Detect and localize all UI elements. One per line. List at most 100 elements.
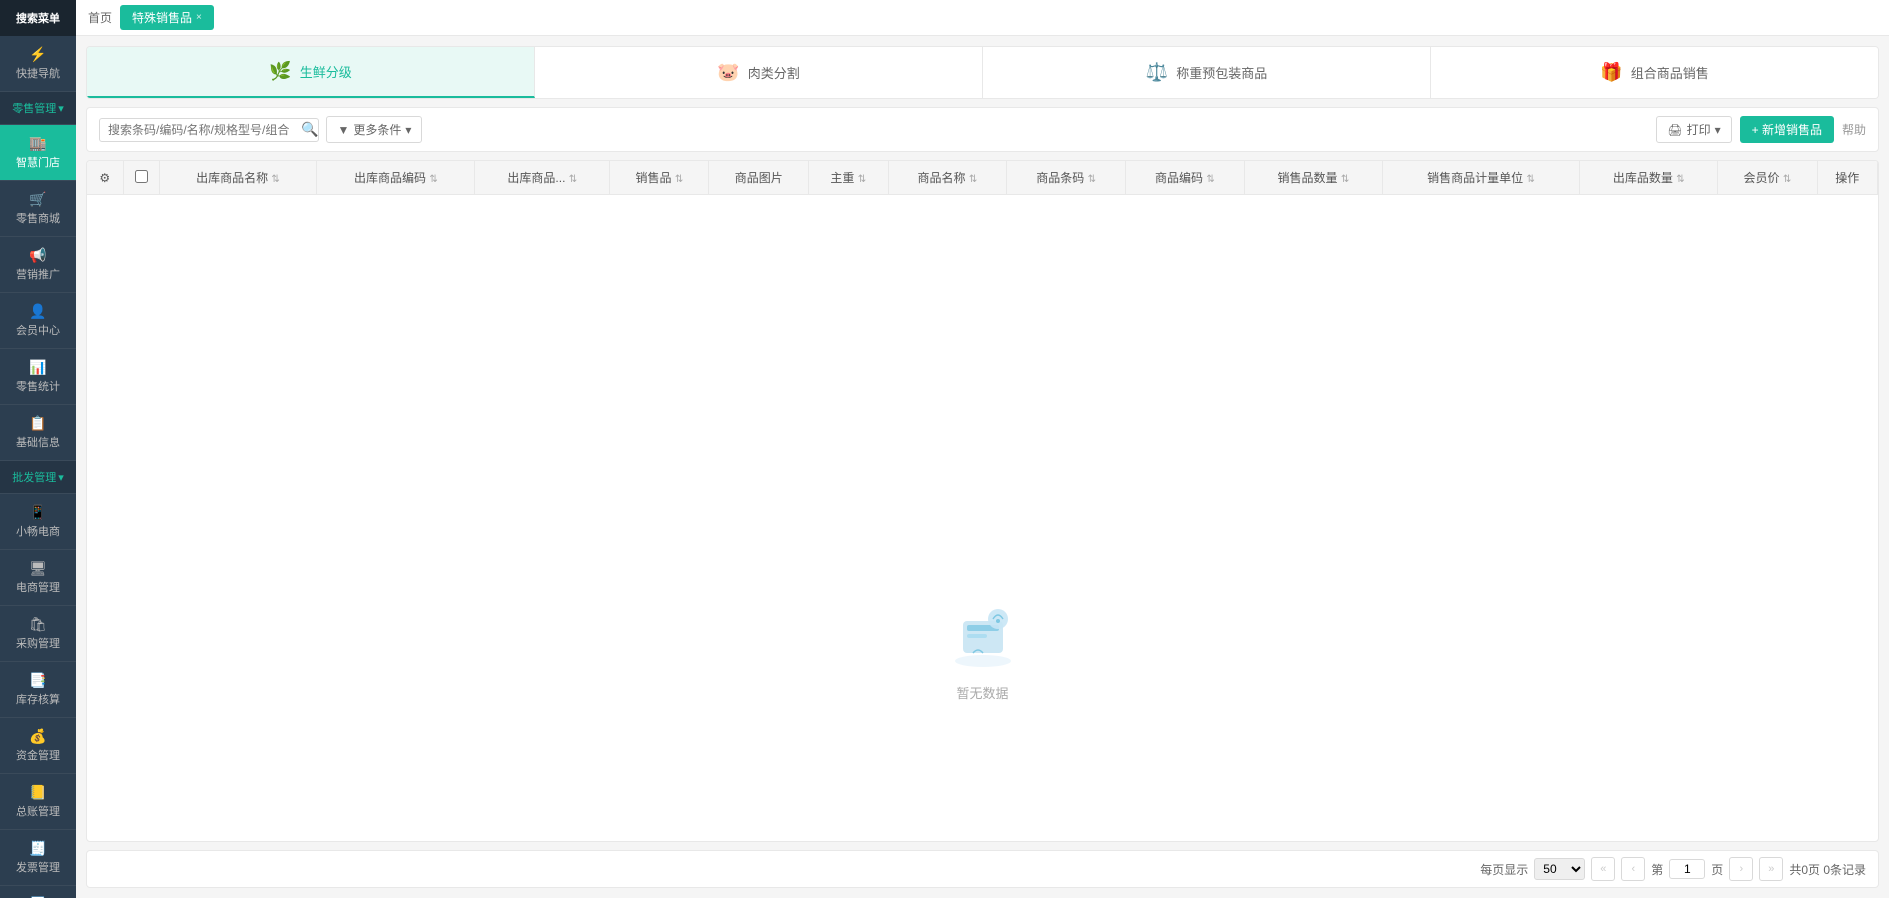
sidebar-item-inventory[interactable]: 📑 库存核算: [0, 662, 76, 718]
active-tab[interactable]: 特殊销售品 ×: [120, 5, 214, 30]
add-label: + 新增销售品: [1752, 121, 1822, 138]
sub-tab-label: 肉类分割: [748, 63, 800, 82]
sidebar-item-retail-mall[interactable]: 🛒 零售商城: [0, 181, 76, 237]
mini-mall-icon: 📱: [29, 504, 46, 521]
first-page-button[interactable]: «: [1591, 857, 1615, 881]
promotion-icon: 📢: [29, 247, 46, 264]
home-tab[interactable]: 首页: [88, 9, 112, 26]
select-all-checkbox[interactable]: [135, 170, 148, 183]
th-product-name[interactable]: 商品名称 ⇅: [888, 161, 1007, 195]
th-unit[interactable]: 销售商品计量单位 ⇅: [1383, 161, 1580, 195]
toolbar: 🔍 ▼ 更多条件 ▾ 🖨 打印 ▾ + 新增销售品 帮助: [86, 107, 1879, 152]
th-sale-qty[interactable]: 销售品数量 ⇅: [1244, 161, 1382, 195]
sidebar-item-retail[interactable]: 零售管理 ▾: [0, 92, 76, 125]
sidebar-item-smart-store[interactable]: 🏬 智慧门店: [0, 125, 76, 181]
sidebar-item-label: 营销推广: [16, 266, 60, 282]
page-suffix: 页: [1711, 861, 1723, 878]
sidebar-item-ecommerce[interactable]: 🖥 电商管理: [0, 550, 76, 606]
app-title: 搜索菜单: [16, 10, 60, 26]
add-button[interactable]: + 新增销售品: [1740, 116, 1834, 143]
th-out-name[interactable]: 出库商品名称 ⇅: [159, 161, 317, 195]
total-text: 共0页 0条记录: [1789, 861, 1866, 878]
ecommerce-icon: 🖥: [29, 560, 47, 577]
data-table: ⚙ 出库商品名称 ⇅ 出库商品编码 ⇅: [87, 161, 1878, 195]
next-page-button[interactable]: ›: [1729, 857, 1753, 881]
sidebar-item-label: 总账管理: [16, 803, 60, 819]
invoice-icon: 🧾: [29, 840, 46, 857]
th-out-code[interactable]: 出库商品编码 ⇅: [317, 161, 475, 195]
th-out-qty[interactable]: 出库品数量 ⇅: [1580, 161, 1718, 195]
topbar: 首页 特殊销售品 ×: [76, 0, 1889, 36]
empty-text: 暂无数据: [956, 683, 1008, 702]
th-product-code[interactable]: 商品编码 ⇅: [1126, 161, 1245, 195]
sub-tab-label: 组合商品销售: [1631, 63, 1709, 82]
sidebar-item-purchase[interactable]: 🛍 采购管理: [0, 606, 76, 662]
fresh-grade-icon: 🌿: [269, 61, 291, 82]
th-settings[interactable]: ⚙: [87, 161, 123, 195]
sidebar-item-quick-nav[interactable]: ⚡ 快捷导航: [0, 36, 76, 92]
chevron-down-icon2: ▾: [58, 471, 64, 484]
finance-icon: 💰: [29, 728, 46, 745]
th-weight[interactable]: 主重 ⇅: [809, 161, 889, 195]
th-sale-item[interactable]: 销售品 ⇅: [610, 161, 709, 195]
th-barcode[interactable]: 商品条码 ⇅: [1007, 161, 1126, 195]
sub-tabs: 🌿 生鲜分级 🐷 肉类分割 ⚖️ 称重预包装商品 🎁 组合商品销售: [86, 46, 1879, 99]
page-number-input[interactable]: [1669, 859, 1705, 879]
sidebar-item-label: 会员中心: [16, 322, 60, 338]
th-actions: 操作: [1817, 161, 1878, 195]
sort-icon: ⇅: [1206, 174, 1214, 185]
sub-tab-weight-pack[interactable]: ⚖️ 称重预包装商品: [983, 47, 1431, 98]
smart-store-icon: 🏬: [29, 135, 46, 152]
content-area: 🌿 生鲜分级 🐷 肉类分割 ⚖️ 称重预包装商品 🎁 组合商品销售 🔍: [76, 36, 1889, 898]
last-page-button[interactable]: »: [1759, 857, 1783, 881]
sidebar-item-finance[interactable]: 💰 资金管理: [0, 718, 76, 774]
sidebar-item-general-ledger[interactable]: 📒 总账管理: [0, 774, 76, 830]
sort-icon: ⇅: [1088, 174, 1096, 185]
sort-icon: ⇅: [969, 174, 977, 185]
help-button[interactable]: 帮助: [1842, 121, 1866, 138]
print-button[interactable]: 🖨 打印 ▾: [1656, 116, 1731, 143]
search-input[interactable]: [99, 118, 319, 142]
sub-tab-combo[interactable]: 🎁 组合商品销售: [1431, 47, 1878, 98]
sidebar-item-member[interactable]: 👤 会员中心: [0, 293, 76, 349]
sidebar-item-wholesale[interactable]: 批发管理 ▾: [0, 461, 76, 494]
sort-icon: ⇅: [1783, 174, 1791, 185]
page-size-select[interactable]: 50 10 20 100: [1534, 858, 1585, 880]
sort-icon: ⇅: [675, 174, 683, 185]
toolbar-right: 🖨 打印 ▾ + 新增销售品 帮助: [1656, 116, 1866, 143]
print-icon: 🖨: [1667, 123, 1682, 137]
sidebar-item-label: 基础信息: [16, 434, 60, 450]
empty-illustration: [943, 601, 1023, 671]
table-scroll[interactable]: ⚙ 出库商品名称 ⇅ 出库商品编码 ⇅: [87, 161, 1878, 461]
sort-icon: ⇅: [429, 174, 437, 185]
sidebar: 搜索菜单 ⚡ 快捷导航 零售管理 ▾ 🏬 智慧门店 🛒 零售商城 📢 营销推广 …: [0, 0, 76, 898]
sidebar-item-invoice[interactable]: 🧾 发票管理: [0, 830, 76, 886]
sort-icon: ⇅: [1676, 174, 1684, 185]
sidebar-item-basic-info[interactable]: 📋 基础信息: [0, 405, 76, 461]
filter-label: 更多条件: [353, 121, 401, 138]
prev-page-icon: ‹: [1631, 863, 1635, 875]
sidebar-item-tax[interactable]: 📃 税务管理: [0, 886, 76, 898]
filter-icon: ▼: [337, 123, 349, 137]
sub-tab-label: 生鲜分级: [300, 62, 352, 81]
retail-mall-icon: 🛒: [29, 191, 46, 208]
inventory-icon: 📑: [29, 672, 46, 689]
close-tab-icon[interactable]: ×: [196, 12, 202, 23]
retail-label: 零售管理: [12, 100, 56, 116]
sidebar-item-label: 资金管理: [16, 747, 60, 763]
search-button[interactable]: 🔍: [301, 121, 318, 138]
sidebar-item-mini-mall[interactable]: 📱 小畅电商: [0, 494, 76, 550]
sidebar-item-label: 快捷导航: [16, 65, 60, 81]
pagination: 每页显示 50 10 20 100 « ‹ 第 页 › » 共0页 0条记录: [86, 850, 1879, 888]
filter-button[interactable]: ▼ 更多条件 ▾: [326, 116, 422, 143]
sub-tab-meat-cut[interactable]: 🐷 肉类分割: [535, 47, 983, 98]
chevron-down-icon: ▾: [58, 102, 64, 115]
prev-page-button[interactable]: ‹: [1621, 857, 1645, 881]
th-checkbox[interactable]: [123, 161, 159, 195]
th-member-price[interactable]: 会员价 ⇅: [1718, 161, 1817, 195]
th-out-spec[interactable]: 出库商品... ⇅: [475, 161, 610, 195]
table-header-row: ⚙ 出库商品名称 ⇅ 出库商品编码 ⇅: [87, 161, 1878, 195]
sidebar-item-retail-stats[interactable]: 📊 零售统计: [0, 349, 76, 405]
sidebar-item-promotion[interactable]: 📢 营销推广: [0, 237, 76, 293]
sub-tab-fresh-grade[interactable]: 🌿 生鲜分级: [87, 47, 535, 98]
